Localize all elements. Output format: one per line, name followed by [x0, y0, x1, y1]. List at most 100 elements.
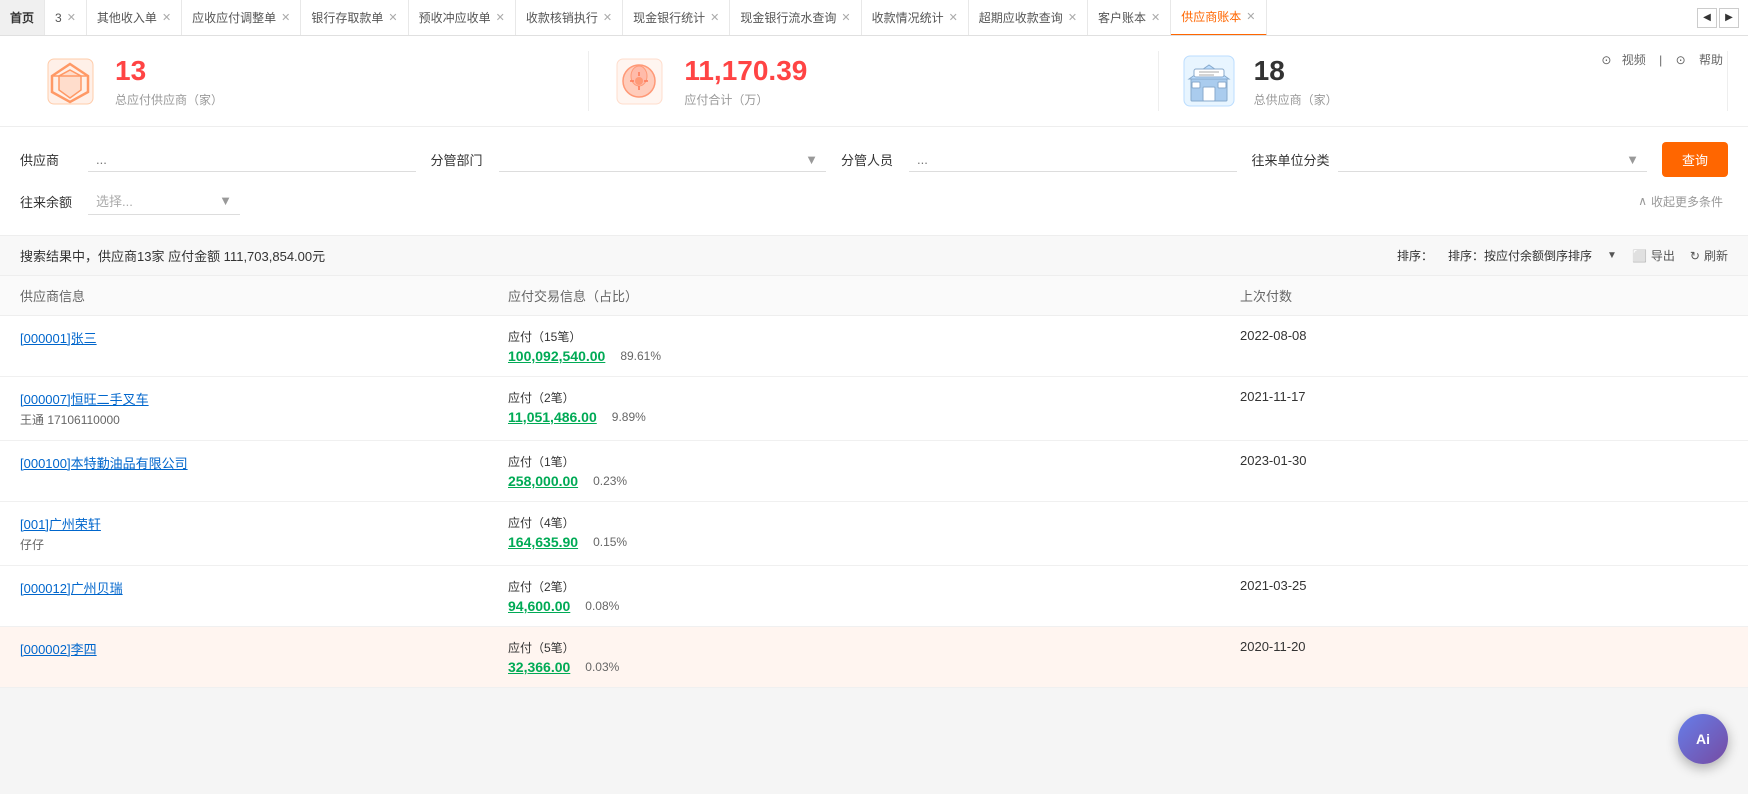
stat-payable-suppliers: 13 总应付供应商（家） — [20, 51, 589, 111]
transaction-label: 应付（1笔） — [508, 453, 1240, 470]
payable-amount-number: 11,170.39 — [684, 54, 807, 88]
receipt-stat-label: 收款情况统计 — [872, 9, 944, 26]
transaction-label: 应付（2笔） — [508, 389, 1240, 406]
export-label: 导出 — [1651, 247, 1675, 264]
close-customer-ledger-icon[interactable]: ✕ — [1151, 11, 1160, 24]
divider: | — [1659, 53, 1665, 67]
supplier-link[interactable]: [000012]广州贝瑞 — [20, 578, 508, 597]
last-payment-date: 2020-11-20 — [1240, 639, 1306, 654]
supplier-link[interactable]: [000007]恒旺二手叉车 — [20, 389, 508, 408]
stats-bar: 13 总应付供应商（家） 11,170.39 应付合计（万） — [0, 36, 1748, 127]
nav-tab-bank-deposit[interactable]: 银行存取款单 ✕ — [301, 0, 408, 36]
close-tab-3-icon[interactable]: ✕ — [67, 11, 76, 24]
help-link[interactable]: 帮助 — [1699, 53, 1723, 67]
last-payment-cell: 2023-01-30 — [1240, 453, 1728, 468]
last-payment-cell: 2021-03-25 — [1240, 578, 1728, 593]
sort-label: 排序： — [1397, 247, 1433, 264]
supplier-info-cell: [000012]广州贝瑞 — [20, 578, 508, 597]
nav-tab-cash-flow[interactable]: 现金银行流水查询 ✕ — [730, 0, 861, 36]
export-button[interactable]: ⬜ 导出 — [1632, 247, 1675, 264]
person-filter-input[interactable] — [909, 148, 1237, 172]
close-receipt-stat-icon[interactable]: ✕ — [949, 11, 958, 24]
stat-amount-info: 11,170.39 应付合计（万） — [684, 54, 807, 109]
supplier-info-cell: [001]广州荣轩 仔仔 — [20, 514, 508, 553]
transaction-amount-row: 32,366.00 0.03% — [508, 659, 1240, 675]
refresh-button[interactable]: ↻ 刷新 — [1690, 247, 1728, 264]
transaction-percent: 0.23% — [593, 474, 627, 488]
query-button[interactable]: 查询 — [1662, 142, 1728, 177]
nav-tab-customer-ledger[interactable]: 客户账本 ✕ — [1088, 0, 1171, 36]
dept-filter-select[interactable]: ▼ — [499, 148, 827, 172]
table-header: 供应商信息 应付交易信息（占比） 上次付数 — [0, 276, 1748, 316]
col-header-transaction: 应付交易信息（占比） — [508, 286, 1240, 305]
supplier-table: 供应商信息 应付交易信息（占比） 上次付数 [000001]张三 应付（15笔）… — [0, 276, 1748, 688]
nav-arrow-right[interactable]: ▶ — [1719, 8, 1739, 28]
filter-category: 往来单位分类 ▼ — [1252, 148, 1648, 172]
category-filter-select[interactable]: ▼ — [1338, 148, 1647, 172]
nav-tab-home[interactable]: 首页 — [0, 0, 45, 36]
diamond-icon — [40, 51, 100, 111]
close-prepay-icon[interactable]: ✕ — [496, 11, 505, 24]
table-row: [000100]本特勤油品有限公司 应付（1笔） 258,000.00 0.23… — [0, 441, 1748, 502]
nav-tab-cash-bank[interactable]: 现金银行统计 ✕ — [623, 0, 730, 36]
dept-chevron-icon: ▼ — [805, 152, 818, 167]
table-row: [000002]李四 应付（5笔） 32,366.00 0.03% 2020-1… — [0, 627, 1748, 688]
ai-button[interactable]: Ai — [1678, 714, 1728, 764]
category-filter-label: 往来单位分类 — [1252, 150, 1330, 169]
transaction-amount-link[interactable]: 11,051,486.00 — [508, 409, 597, 425]
transaction-amount-link[interactable]: 94,600.00 — [508, 598, 570, 614]
transaction-cell: 应付（5笔） 32,366.00 0.03% — [508, 639, 1240, 675]
transaction-amount-link[interactable]: 100,092,540.00 — [508, 348, 605, 364]
transaction-amount-row: 100,092,540.00 89.61% — [508, 348, 1240, 364]
filter-bar: 供应商 分管部门 ▼ 分管人员 往来单位分类 ▼ 查询 往来余额 选择 — [0, 127, 1748, 236]
nav-tab-3[interactable]: 3 ✕ — [45, 0, 87, 36]
ai-label: Ai — [1696, 731, 1710, 747]
last-payment-cell: 2021-11-17 — [1240, 389, 1728, 404]
filter-person: 分管人员 — [841, 148, 1237, 172]
sort-down-icon: ▼ — [1607, 250, 1617, 261]
nav-tab-overdue[interactable]: 超期应收款查询 ✕ — [969, 0, 1088, 36]
supplier-link[interactable]: [000001]张三 — [20, 328, 508, 347]
home-label: 首页 — [10, 9, 34, 26]
supplier-link[interactable]: [001]广州荣轩 — [20, 514, 508, 533]
close-ar-ap-icon[interactable]: ✕ — [281, 11, 290, 24]
close-receipt-verify-icon[interactable]: ✕ — [603, 11, 612, 24]
close-bank-icon[interactable]: ✕ — [388, 11, 397, 24]
supplier-link[interactable]: [000002]李四 — [20, 639, 508, 658]
balance-filter-select[interactable]: 选择... ▼ — [88, 187, 240, 215]
table-row: [001]广州荣轩 仔仔 应付（4笔） 164,635.90 0.15% — [0, 502, 1748, 566]
ar-ap-label: 应收应付调整单 — [192, 9, 276, 26]
close-overdue-icon[interactable]: ✕ — [1068, 11, 1077, 24]
close-cash-bank-icon[interactable]: ✕ — [710, 11, 719, 24]
close-other-income-icon[interactable]: ✕ — [162, 11, 171, 24]
payable-suppliers-label: 总应付供应商（家） — [115, 91, 223, 108]
sort-value[interactable]: 排序：按应付余额倒序排序 — [1448, 247, 1592, 264]
supplier-info-cell: [000002]李四 — [20, 639, 508, 658]
video-link[interactable]: 视频 — [1622, 53, 1646, 67]
nav-tab-receipt-verify[interactable]: 收款核销执行 ✕ — [516, 0, 623, 36]
close-supplier-ledger-icon[interactable]: ✕ — [1246, 10, 1255, 23]
transaction-amount-row: 11,051,486.00 9.89% — [508, 409, 1240, 425]
nav-tab-other-income[interactable]: 其他收入单 ✕ — [87, 0, 182, 36]
nav-tab-supplier-ledger[interactable]: 供应商账本 ✕ — [1171, 0, 1266, 36]
stat-total-info: 18 总供应商（家） — [1254, 54, 1338, 109]
transaction-amount-link[interactable]: 258,000.00 — [508, 473, 578, 489]
close-cash-flow-icon[interactable]: ✕ — [841, 11, 850, 24]
category-chevron-icon: ▼ — [1626, 152, 1639, 167]
supplier-info-cell: [000100]本特勤油品有限公司 — [20, 453, 508, 472]
last-payment-date: 2023-01-30 — [1240, 453, 1307, 468]
transaction-amount-link[interactable]: 164,635.90 — [508, 534, 578, 550]
cash-bank-label: 现金银行统计 — [633, 9, 705, 26]
transaction-amount-link[interactable]: 32,366.00 — [508, 659, 570, 675]
supplier-link[interactable]: [000100]本特勤油品有限公司 — [20, 453, 508, 472]
supplier-filter-input[interactable] — [88, 148, 416, 172]
tab-3-label: 3 — [55, 11, 62, 25]
circle-icon-2: ⊙ — [1676, 53, 1686, 67]
last-payment-date: 2021-03-25 — [1240, 578, 1307, 593]
nav-tab-ar-ap-adjust[interactable]: 应收应付调整单 ✕ — [182, 0, 301, 36]
collapse-button[interactable]: ∧ 收起更多条件 — [1633, 188, 1728, 215]
nav-tab-prepay[interactable]: 预收冲应收单 ✕ — [409, 0, 516, 36]
nav-arrow-left[interactable]: ◀ — [1697, 8, 1717, 28]
nav-tab-receipt-stat[interactable]: 收款情况统计 ✕ — [862, 0, 969, 36]
refresh-icon: ↻ — [1690, 249, 1700, 263]
